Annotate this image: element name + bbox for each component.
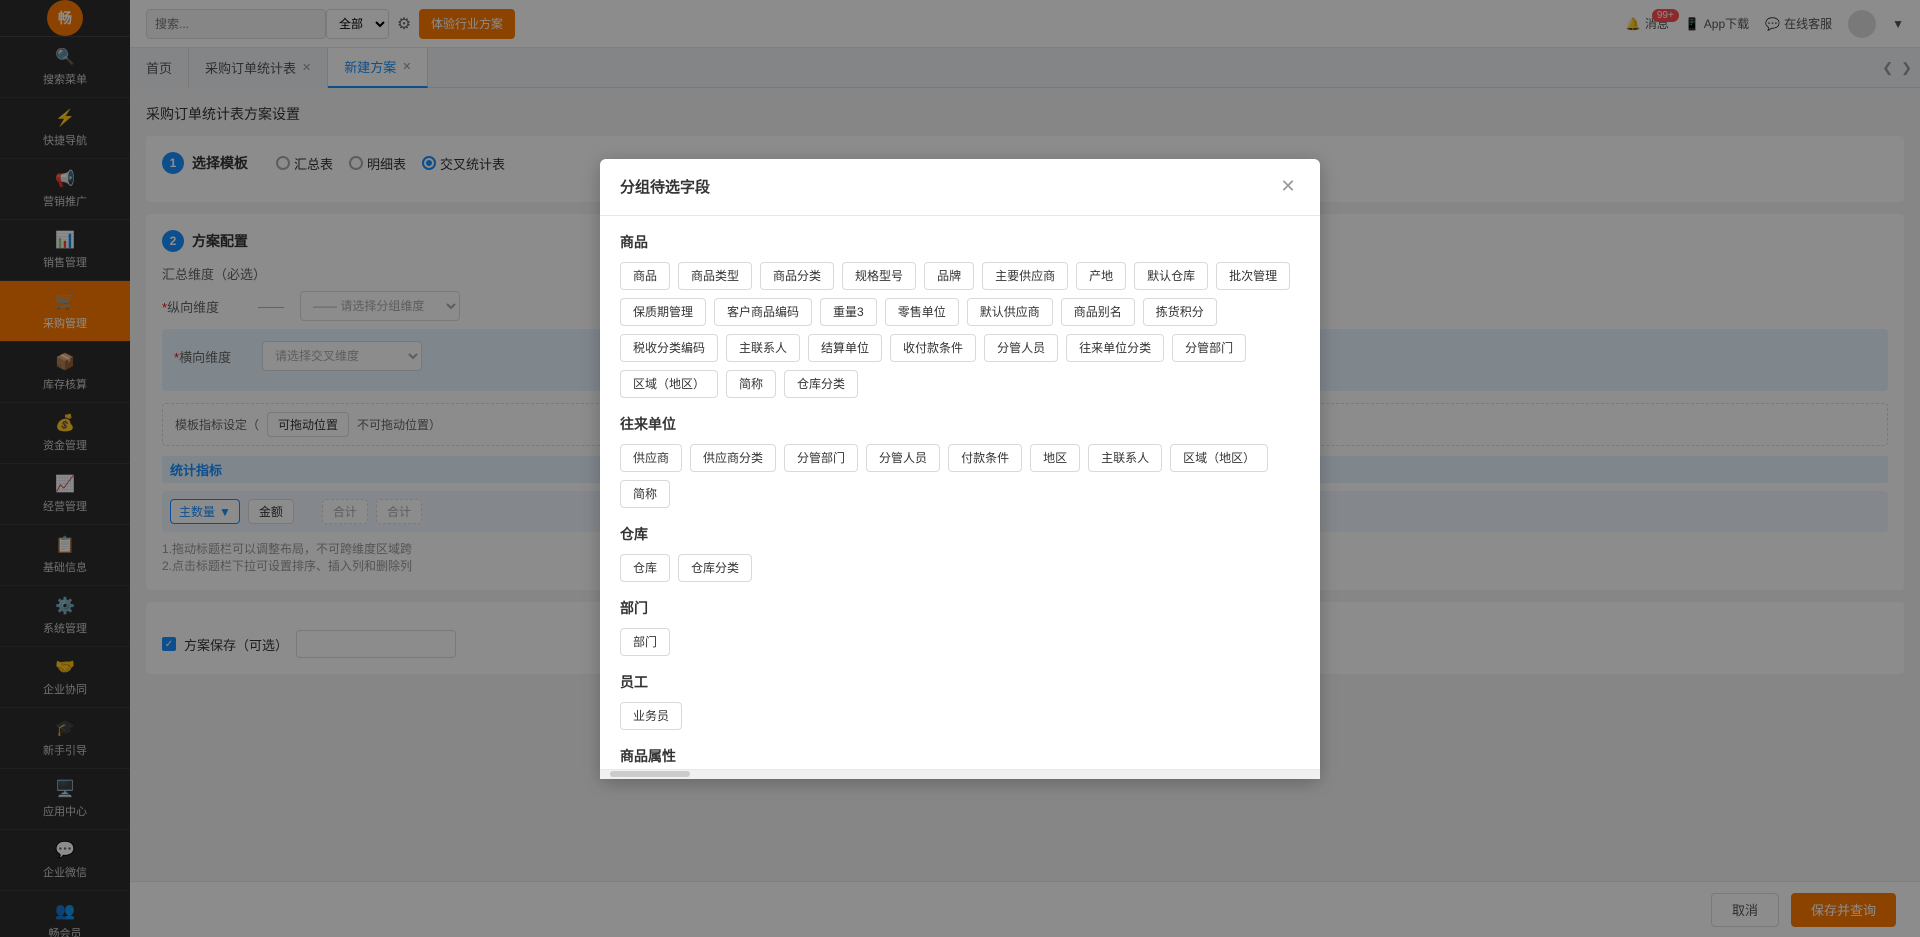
field-tag-2-0[interactable]: 仓库 (620, 554, 670, 582)
modal-close-button[interactable]: ✕ (1276, 175, 1300, 199)
field-tag-0-20[interactable]: 分管人员 (984, 334, 1058, 362)
field-tag-0-18[interactable]: 结算单位 (808, 334, 882, 362)
field-tag-2-1[interactable]: 仓库分类 (678, 554, 752, 582)
field-tag-0-14[interactable]: 商品别名 (1061, 298, 1135, 326)
field-tag-0-16[interactable]: 税收分类编码 (620, 334, 718, 362)
field-tags-3: 部门 (620, 628, 1300, 656)
field-tags-0: 商品商品类型商品分类规格型号品牌主要供应商产地默认仓库批次管理保质期管理客户商品… (620, 262, 1300, 398)
field-tag-0-17[interactable]: 主联系人 (726, 334, 800, 362)
field-tag-0-12[interactable]: 零售单位 (885, 298, 959, 326)
field-tag-0-24[interactable]: 简称 (726, 370, 776, 398)
field-tag-1-0[interactable]: 供应商 (620, 444, 682, 472)
field-group-title-5: 商品属性 (620, 746, 1300, 766)
field-tag-1-1[interactable]: 供应商分类 (690, 444, 776, 472)
field-tag-0-19[interactable]: 收付款条件 (890, 334, 976, 362)
field-tag-0-23[interactable]: 区域（地区） (620, 370, 718, 398)
field-tag-1-2[interactable]: 分管部门 (784, 444, 858, 472)
field-tag-0-0[interactable]: 商品 (620, 262, 670, 290)
field-tag-0-4[interactable]: 品牌 (924, 262, 974, 290)
field-group-4: 员工业务员 (620, 672, 1300, 730)
field-group-0: 商品商品商品类型商品分类规格型号品牌主要供应商产地默认仓库批次管理保质期管理客户… (620, 232, 1300, 398)
field-group-title-2: 仓库 (620, 524, 1300, 544)
field-tags-2: 仓库仓库分类 (620, 554, 1300, 582)
field-tag-1-7[interactable]: 区域（地区） (1170, 444, 1268, 472)
field-tag-3-0[interactable]: 部门 (620, 628, 670, 656)
field-tag-0-8[interactable]: 批次管理 (1216, 262, 1290, 290)
field-tag-1-3[interactable]: 分管人员 (866, 444, 940, 472)
field-tag-0-9[interactable]: 保质期管理 (620, 298, 706, 326)
field-group-title-4: 员工 (620, 672, 1300, 692)
field-group-3: 部门部门 (620, 598, 1300, 656)
field-tags-4: 业务员 (620, 702, 1300, 730)
field-tag-0-5[interactable]: 主要供应商 (982, 262, 1068, 290)
modal-body: 商品商品商品类型商品分类规格型号品牌主要供应商产地默认仓库批次管理保质期管理客户… (600, 216, 1320, 769)
field-tag-0-21[interactable]: 往来单位分类 (1066, 334, 1164, 362)
modal-title: 分组待选字段 (620, 176, 710, 197)
field-tag-0-15[interactable]: 拣货积分 (1143, 298, 1217, 326)
field-tag-0-3[interactable]: 规格型号 (842, 262, 916, 290)
field-tag-0-7[interactable]: 默认仓库 (1134, 262, 1208, 290)
field-group-title-1: 往来单位 (620, 414, 1300, 434)
field-tag-0-22[interactable]: 分管部门 (1172, 334, 1246, 362)
field-tag-1-5[interactable]: 地区 (1030, 444, 1080, 472)
field-tag-0-1[interactable]: 商品类型 (678, 262, 752, 290)
field-tag-1-4[interactable]: 付款条件 (948, 444, 1022, 472)
modal-header: 分组待选字段 ✕ (600, 159, 1320, 216)
field-tag-1-8[interactable]: 简称 (620, 480, 670, 508)
field-tag-0-13[interactable]: 默认供应商 (967, 298, 1053, 326)
modal: 分组待选字段 ✕ 商品商品商品类型商品分类规格型号品牌主要供应商产地默认仓库批次… (600, 159, 1320, 779)
field-group-title-0: 商品 (620, 232, 1300, 252)
field-tags-1: 供应商供应商分类分管部门分管人员付款条件地区主联系人区域（地区） 简称 (620, 444, 1300, 508)
modal-hscroll-thumb (610, 771, 690, 777)
field-tag-0-6[interactable]: 产地 (1076, 262, 1126, 290)
modal-overlay: 分组待选字段 ✕ 商品商品商品类型商品分类规格型号品牌主要供应商产地默认仓库批次… (0, 0, 1920, 937)
field-tag-0-11[interactable]: 重量3 (820, 298, 877, 326)
field-group-2: 仓库仓库仓库分类 (620, 524, 1300, 582)
field-tag-0-25[interactable]: 仓库分类 (784, 370, 858, 398)
field-tag-1-6[interactable]: 主联系人 (1088, 444, 1162, 472)
field-group-title-3: 部门 (620, 598, 1300, 618)
field-tag-4-0[interactable]: 业务员 (620, 702, 682, 730)
field-group-5: 商品属性属性颜色多规格尺码鞋码1 (620, 746, 1300, 769)
field-tag-0-2[interactable]: 商品分类 (760, 262, 834, 290)
field-group-1: 往来单位供应商供应商分类分管部门分管人员付款条件地区主联系人区域（地区） 简称 (620, 414, 1300, 508)
modal-horizontal-scrollbar[interactable] (600, 769, 1320, 779)
field-tag-0-10[interactable]: 客户商品编码 (714, 298, 812, 326)
